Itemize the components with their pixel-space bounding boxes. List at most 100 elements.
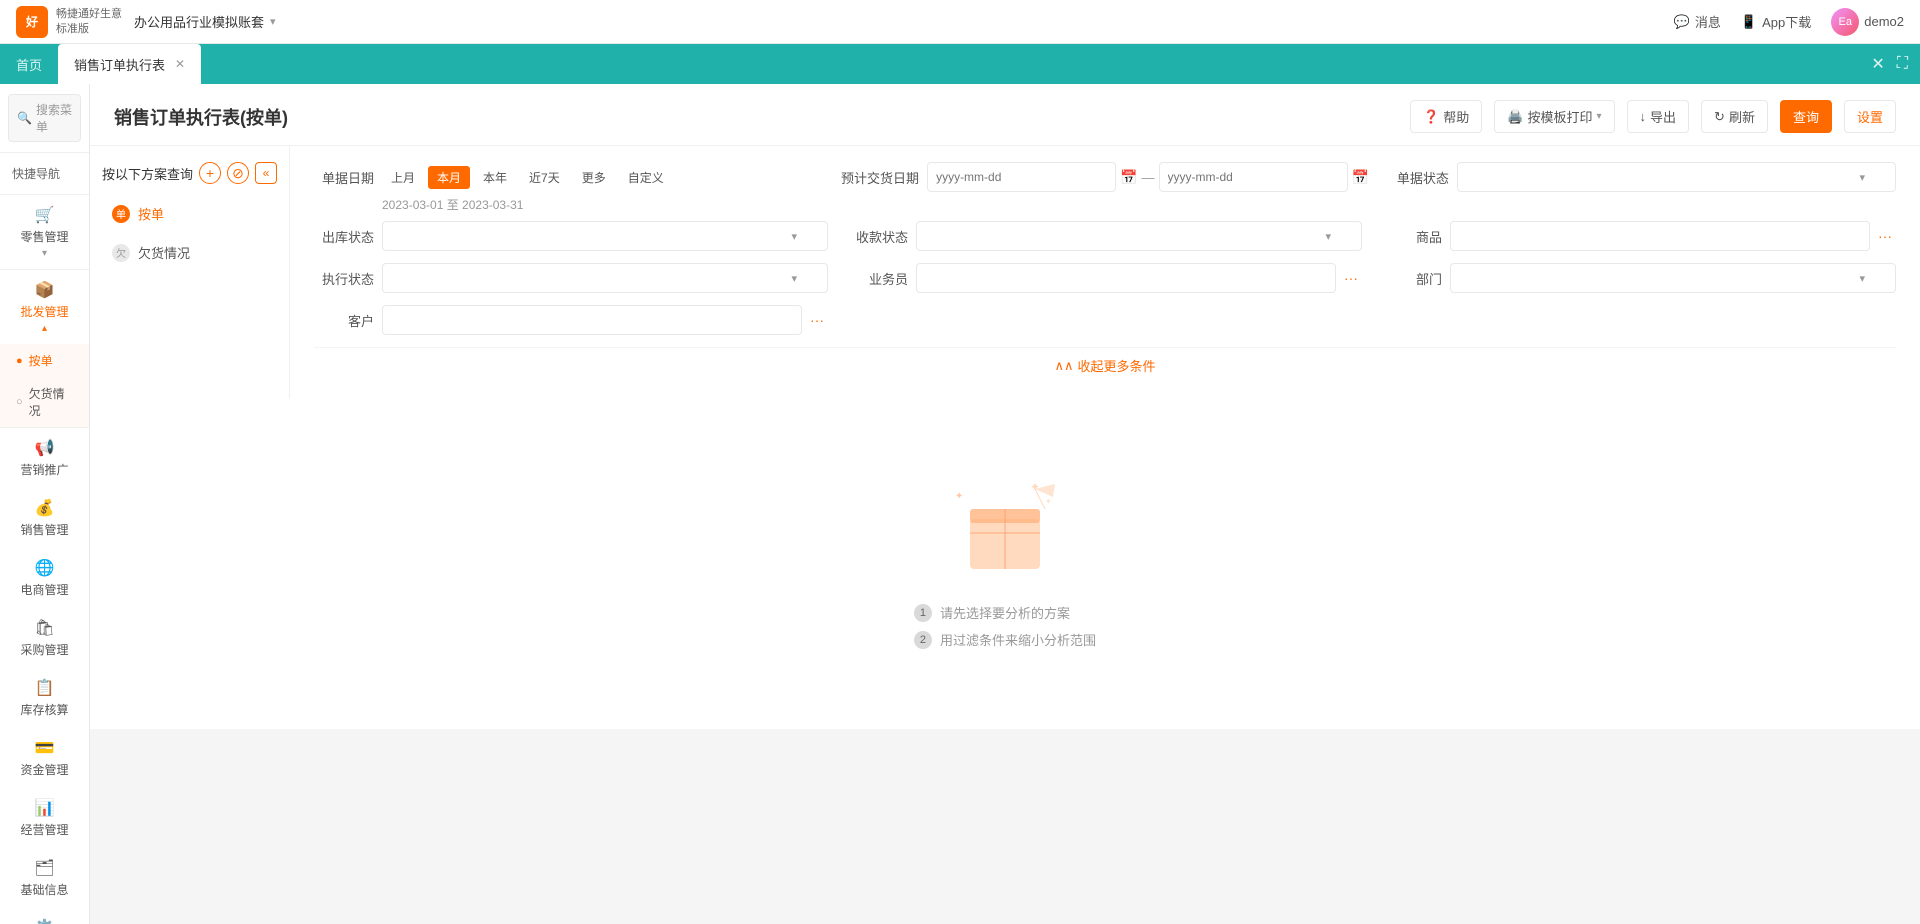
message-button[interactable]: 💬 消息 [1674,12,1721,31]
tab-close-icon[interactable]: ✕ [175,57,185,71]
collapse-more-button[interactable]: ∧∧ 收起更多条件 [314,347,1896,383]
breadcrumb-arrow-icon: ▾ [270,15,276,28]
exec-status-select-wrap: ▾ [382,263,828,293]
dept-select-wrap: ▾ [1450,263,1896,293]
date-preset-last-month[interactable]: 上月 [382,166,424,189]
page-header: 销售订单执行表(按单) ❓ 帮助 🖨️ 按模板打印 ▾ ↓ 导出 [90,84,1920,146]
tab-sales-order[interactable]: 销售订单执行表 ✕ [58,44,201,84]
scheme-item-arrears[interactable]: 欠 欠货情况 [102,235,277,270]
scheme-panel-header: 按以下方案查询 + ⊘ « [102,162,277,184]
quick-nav-label: 快捷导航 [0,159,89,188]
edit-scheme-button[interactable]: ⊘ [227,162,249,184]
sidebar-item-ecommerce[interactable]: 🌐 电商管理 [0,548,89,608]
salesperson-control: ··· [916,263,1362,293]
inventory-icon: 📋 [35,678,55,698]
sidebar-item-marketing-label: 营销推广 [20,461,68,478]
sub-item-by-order-icon: ● [16,355,23,367]
sidebar-item-retail[interactable]: 🛒 零售管理 ▾ [0,195,89,269]
payment-select[interactable]: ▾ [916,221,1362,251]
sidebar-item-sales[interactable]: 💰 销售管理 [0,488,89,548]
sub-item-by-order-label: 按单 [29,352,53,369]
sidebar: 🔍 搜索菜单 快捷导航 🛒 零售管理 ▾ 📦 批发管理 ▴ ● [0,84,90,924]
sidebar-item-sales-label: 销售管理 [20,521,68,538]
export-button[interactable]: ↓ 导出 [1627,100,1690,133]
sidebar-item-ecommerce-label: 电商管理 [20,581,68,598]
empty-illustration: ✦ ✦ ✦ [945,479,1065,579]
content-area: 销售订单执行表(按单) ❓ 帮助 🖨️ 按模板打印 ▾ ↓ 导出 [90,84,1920,924]
sidebar-search-area: 🔍 搜索菜单 [0,84,89,153]
filter-panel: 单据日期 上月 本月 本年 近7天 更多 自定义 [290,146,1920,399]
sidebar-item-finance[interactable]: 💳 资金管理 [0,728,89,788]
sidebar-item-inventory[interactable]: 📋 库存核算 [0,668,89,728]
sidebar-item-business[interactable]: 📊 经营管理 [0,788,89,848]
app-download-button[interactable]: 📱 App下载 [1741,12,1811,31]
user-profile[interactable]: Ea demo2 [1831,8,1904,36]
sidebar-item-wholesale[interactable]: 📦 批发管理 ▴ [0,270,89,344]
sub-item-arrears-label: 欠货情况 [29,385,73,419]
scheme-item-by-order-label: 按单 [138,204,164,223]
delivery-label: 出库状态 [314,227,374,246]
delivery-select[interactable]: ▾ [382,221,828,251]
add-scheme-button[interactable]: + [199,162,221,184]
sidebar-item-basic[interactable]: 🗂 基础信息 [0,848,89,908]
customer-ellipsis-icon[interactable]: ··· [806,312,828,328]
dept-select[interactable]: ▾ [1450,263,1896,293]
sidebar-item-system[interactable]: ⚙️ 系统管理 [0,908,89,924]
empty-hint-1: 1 请先选择要分析的方案 [914,603,1096,622]
tab-home[interactable]: 首页 [0,44,58,84]
sub-item-arrears[interactable]: ○ 欠货情况 [0,377,89,427]
goods-input[interactable] [1450,221,1870,251]
date-preset-this-month[interactable]: 本月 [428,166,470,189]
refresh-button[interactable]: ↻ 刷新 [1701,100,1768,133]
exec-status-label: 执行状态 [314,269,374,288]
print-arrow-icon: ▾ [1597,111,1602,122]
expected-date-from-input[interactable] [927,162,1116,192]
sidebar-item-marketing[interactable]: 📢 营销推广 [0,428,89,488]
print-button[interactable]: 🖨️ 按模板打印 ▾ [1494,100,1614,133]
date-preset-more[interactable]: 更多 [573,166,615,189]
payment-label: 收款状态 [848,227,908,246]
help-button[interactable]: ❓ 帮助 [1410,100,1482,133]
message-icon: 💬 [1674,14,1690,30]
filter-row-4: 客户 ··· [314,305,1896,335]
exec-status-select[interactable]: ▾ [382,263,828,293]
sidebar-quick-nav[interactable]: 快捷导航 [0,153,89,195]
expand-window-icon[interactable]: ⛶ [1897,55,1908,73]
collapse-scheme-button[interactable]: « [255,162,277,184]
sidebar-section-wholesale: 📦 批发管理 ▴ ● 按单 ○ 欠货情况 [0,270,89,428]
goods-ellipsis-icon[interactable]: ··· [1874,228,1896,244]
salesperson-ellipsis-icon[interactable]: ··· [1340,270,1362,286]
date-to-calendar-icon[interactable]: 📅 [1352,169,1369,186]
query-button[interactable]: 查询 [1780,100,1832,133]
sidebar-item-finance-label: 资金管理 [20,761,68,778]
salesperson-input[interactable] [916,263,1336,293]
date-from-calendar-icon[interactable]: 📅 [1120,169,1137,186]
date-preset-custom[interactable]: 自定义 [619,166,673,189]
tab-bar-actions: ✕ ⛶ [1871,54,1920,74]
sidebar-item-purchase[interactable]: 🛍 采购管理 [0,608,89,668]
settings-button[interactable]: 设置 [1844,100,1896,133]
search-menu-button[interactable]: 🔍 搜索菜单 [8,94,81,142]
svg-text:✦: ✦ [1045,497,1052,506]
customer-input[interactable] [382,305,802,335]
filter-item-customer: 客户 ··· [314,305,828,335]
payment-select-wrap: ▾ [916,221,1362,251]
sidebar-item-inventory-label: 库存核算 [20,701,68,718]
close-window-icon[interactable]: ✕ [1871,54,1884,74]
system-icon: ⚙️ [35,918,55,924]
header-right: 💬 消息 📱 App下载 Ea demo2 [1674,8,1904,36]
wholesale-sub-menu: ● 按单 ○ 欠货情况 [0,344,89,427]
breadcrumb[interactable]: 办公用品行业模拟账套 ▾ [134,12,276,31]
date-preset-last7[interactable]: 近7天 [520,166,569,189]
scheme-item-arrears-label: 欠货情况 [138,243,190,262]
sub-item-by-order[interactable]: ● 按单 [0,344,89,377]
status-select[interactable]: ▾ [1457,162,1896,192]
delivery-select-arrow-icon: ▾ [791,230,797,243]
scheme-item-by-order[interactable]: 单 按单 [102,196,277,231]
date-preset-this-year[interactable]: 本年 [474,166,516,189]
expected-date-to-input[interactable] [1159,162,1348,192]
scheme-panel-actions: + ⊘ « [199,162,277,184]
basic-icon: 🗂 [34,858,54,878]
breadcrumb-text: 办公用品行业模拟账套 [134,12,264,31]
filter-item-expected-date: 预计交货日期 📅 — 📅 [841,162,1369,192]
